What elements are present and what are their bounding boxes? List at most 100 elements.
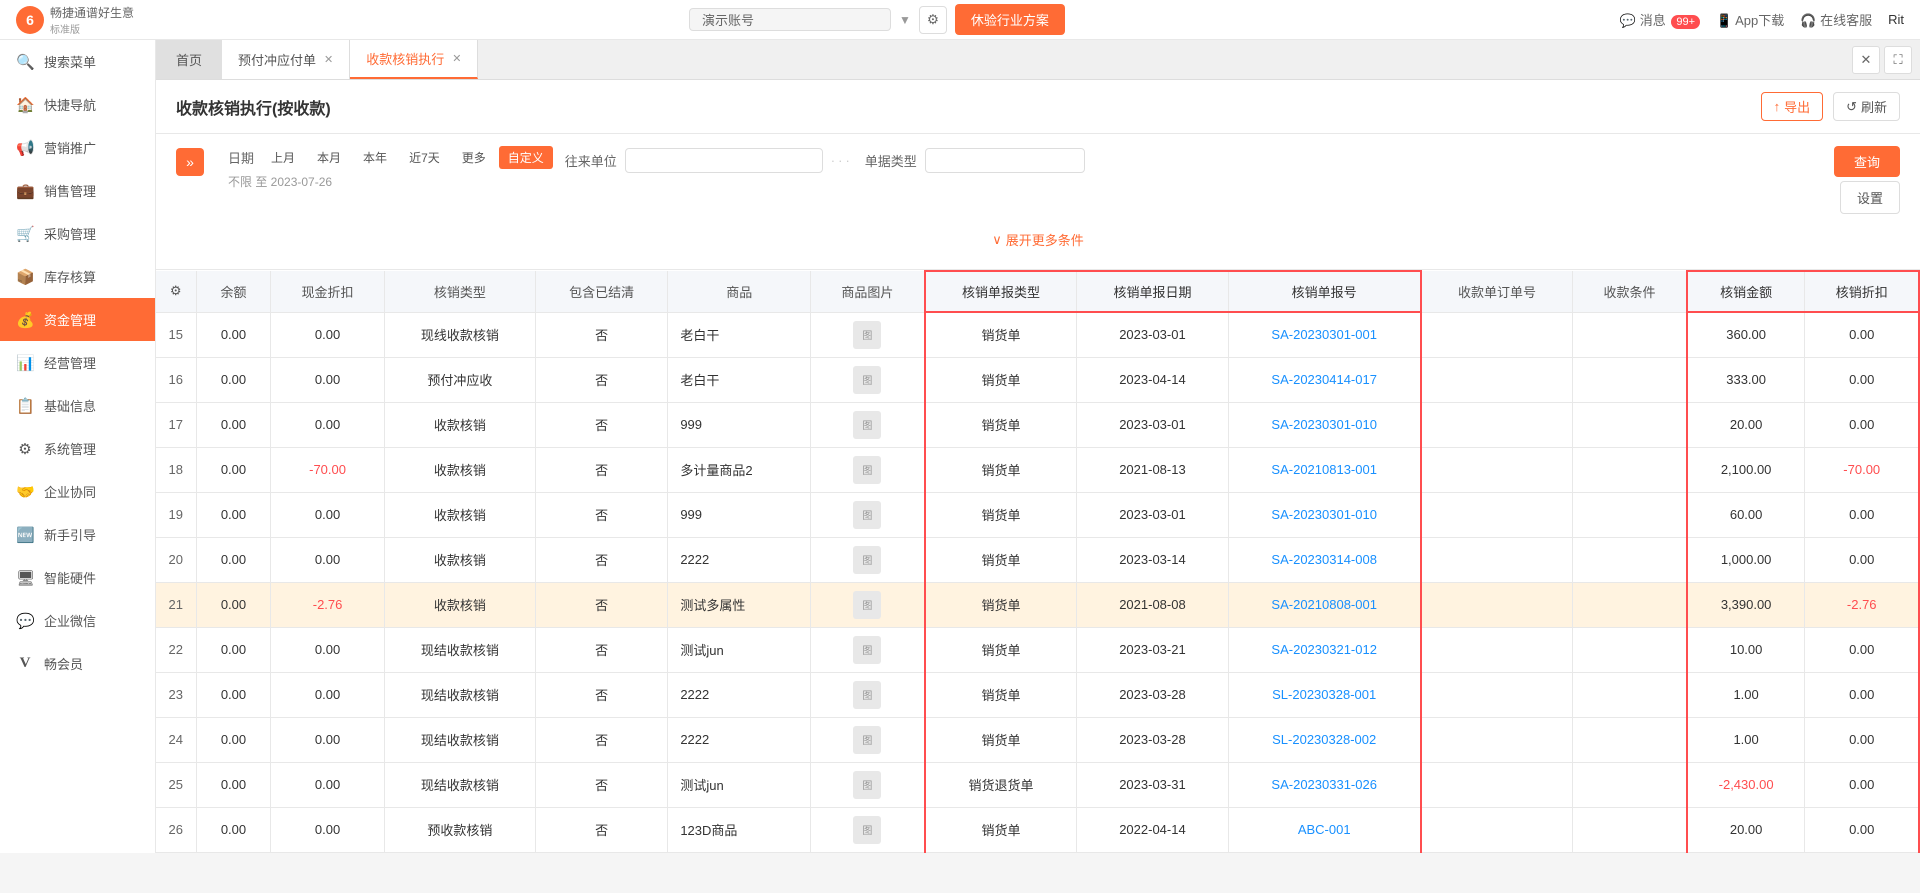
tab-fullscreen-btn[interactable]: ⛶	[1884, 46, 1912, 74]
sidebar-item-wechat[interactable]: 💬 企业微信	[0, 599, 155, 642]
refresh-btn[interactable]: ↺ 刷新	[1833, 92, 1900, 121]
sidebar-item-system[interactable]: ⚙ 系统管理	[0, 427, 155, 470]
sidebar-item-marketing[interactable]: 📢 营销推广	[0, 126, 155, 169]
bill-number-link[interactable]: SL-20230328-002	[1272, 732, 1376, 747]
cell-bill-number[interactable]: SA-20230301-010	[1228, 402, 1421, 447]
cell-goods-image: 图	[811, 627, 925, 672]
party-input[interactable]	[625, 148, 823, 173]
cell-bill-number[interactable]: ABC-001	[1228, 807, 1421, 852]
date-btn-this-year[interactable]: 本年	[354, 146, 396, 169]
cell-writeoff-type: 收款核销	[384, 582, 535, 627]
cell-bill-number[interactable]: SL-20230328-002	[1228, 717, 1421, 762]
cell-goods: 衣服00001	[668, 852, 811, 853]
cell-writeoff-type: 预付冲应收	[384, 357, 535, 402]
sidebar-item-purchase[interactable]: 🛒 采购管理	[0, 212, 155, 255]
cell-no: 25	[156, 762, 196, 807]
home-icon: 🏠	[16, 96, 34, 114]
sidebar-item-member[interactable]: V 畅会员	[0, 642, 155, 685]
bill-number-link[interactable]: SA-20230314-008	[1271, 552, 1377, 567]
cell-bill-number[interactable]: SA-20230314-008	[1228, 537, 1421, 582]
sidebar-item-quick-nav[interactable]: 🏠 快捷导航	[0, 83, 155, 126]
date-btn-7days[interactable]: 近7天	[400, 146, 449, 169]
bill-number-link[interactable]: SA-20230331-026	[1271, 777, 1377, 792]
table-row: 20 0.00 0.00 收款核销 否 2222 图 销货单 2023-03-1…	[156, 537, 1919, 582]
sidebar-item-guide[interactable]: 🆕 新手引导	[0, 513, 155, 556]
sidebar-item-finance[interactable]: 💰 资金管理	[0, 298, 155, 341]
bill-number-link[interactable]: SL-20230328-001	[1272, 687, 1376, 702]
cell-no: 24	[156, 717, 196, 762]
cell-bill-report-date: 2021-08-13	[1077, 447, 1228, 492]
settings-gear-btn[interactable]: ⚙	[919, 6, 947, 34]
message-btn[interactable]: 💬 消息 99+	[1620, 10, 1700, 29]
company-input[interactable]	[689, 8, 891, 31]
sidebar-item-operations[interactable]: 📊 经营管理	[0, 341, 155, 384]
settings-filter-btn[interactable]: 设置	[1840, 181, 1900, 214]
tab-writeoff-close[interactable]: ✕	[452, 52, 461, 65]
cell-balance: 0.00	[196, 357, 271, 402]
sidebar-item-search[interactable]: 🔍 搜索菜单	[0, 40, 155, 83]
cell-cash-discount: 0.00	[271, 762, 384, 807]
bill-type-select[interactable]	[925, 148, 1085, 173]
cell-goods-image: 图	[811, 447, 925, 492]
cell-bill-number[interactable]: SL-20230328-001	[1228, 672, 1421, 717]
cell-writeoff-amount: 360.00	[1687, 312, 1805, 357]
sidebar-label: 搜索菜单	[44, 52, 96, 71]
bill-number-link[interactable]: SA-20210808-001	[1271, 597, 1377, 612]
app-download-btn[interactable]: 📱 App下载	[1716, 10, 1784, 29]
cell-bill-number[interactable]: SL-20230408-001	[1228, 852, 1421, 853]
tab-writeoff[interactable]: 收款核销执行 ✕	[350, 40, 478, 79]
cell-receipt-order-no	[1421, 627, 1573, 672]
cell-writeoff-type: 收款核销	[384, 492, 535, 537]
operations-icon: 📊	[16, 354, 34, 372]
bill-number-link[interactable]: SA-20230321-012	[1271, 642, 1377, 657]
sidebar-item-enterprise[interactable]: 🤝 企业协同	[0, 470, 155, 513]
cell-bill-number[interactable]: SA-20230301-001	[1228, 312, 1421, 357]
cell-bill-report-type: 销货单	[925, 312, 1077, 357]
bill-number-link[interactable]: ABC-001	[1298, 822, 1351, 837]
date-btn-custom[interactable]: 自定义	[499, 146, 553, 169]
date-btn-last-month[interactable]: 上月	[262, 146, 304, 169]
sidebar-item-base-info[interactable]: 📋 基础信息	[0, 384, 155, 427]
bill-number-link[interactable]: SA-20230414-017	[1271, 372, 1377, 387]
tab-prepay[interactable]: 预付冲应付单 ✕	[222, 40, 350, 79]
expand-btn[interactable]: ∨ 展开更多条件	[992, 226, 1084, 253]
cell-writeoff-amount: 100.00	[1687, 852, 1805, 853]
th-include-settled: 包含已结清	[536, 271, 668, 312]
cell-bill-number[interactable]: SA-20230414-017	[1228, 357, 1421, 402]
cell-writeoff-type: 现线收款核销	[384, 312, 535, 357]
page-title: 收款核销执行(按收款)	[176, 95, 331, 119]
tab-home[interactable]: 首页	[156, 40, 222, 79]
export-btn[interactable]: ↑ 导出	[1761, 92, 1824, 121]
tab-close-btn[interactable]: ✕	[1852, 46, 1880, 74]
date-btn-more[interactable]: 更多	[453, 146, 495, 169]
tab-prepay-close[interactable]: ✕	[324, 53, 333, 66]
bill-number-link[interactable]: SA-20230301-010	[1271, 507, 1377, 522]
date-btn-this-month[interactable]: 本月	[308, 146, 350, 169]
cell-bill-number[interactable]: SA-20230321-012	[1228, 627, 1421, 672]
cell-receipt-order-no	[1421, 312, 1573, 357]
cell-goods: 999	[668, 402, 811, 447]
industry-btn[interactable]: 休验行业方案	[955, 4, 1065, 35]
tab-bar: 首页 预付冲应付单 ✕ 收款核销执行 ✕ ✕ ⛶	[156, 40, 1920, 80]
bill-number-link[interactable]: SA-20230301-001	[1271, 327, 1377, 342]
sidebar-item-sales[interactable]: 💼 销售管理	[0, 169, 155, 212]
cell-balance: 0.00	[196, 762, 271, 807]
sidebar-item-hardware[interactable]: 🖥 智能硬件	[0, 556, 155, 599]
cell-writeoff-discount: 0.00	[1805, 402, 1919, 447]
sidebar-item-inventory[interactable]: 📦 库存核算	[0, 255, 155, 298]
filter-toggle-btn[interactable]: »	[176, 148, 204, 176]
online-service-btn[interactable]: 🎧 在线客服	[1800, 10, 1872, 29]
app-logo: 6 畅捷通谱好生意 标准版	[16, 4, 134, 36]
bill-number-link[interactable]: SA-20210813-001	[1271, 462, 1377, 477]
cell-receipt-condition	[1573, 672, 1687, 717]
cell-bill-number[interactable]: SA-20210808-001	[1228, 582, 1421, 627]
sales-icon: 💼	[16, 182, 34, 200]
query-btn[interactable]: 查询	[1834, 146, 1900, 177]
cell-goods-image: 图	[811, 807, 925, 852]
cell-bill-number[interactable]: SA-20230301-010	[1228, 492, 1421, 537]
th-settings[interactable]: ⚙	[156, 271, 196, 312]
bill-number-link[interactable]: SA-20230301-010	[1271, 417, 1377, 432]
cell-bill-number[interactable]: SA-20210813-001	[1228, 447, 1421, 492]
cell-bill-number[interactable]: SA-20230331-026	[1228, 762, 1421, 807]
company-dropdown-icon[interactable]: ▼	[899, 13, 911, 27]
